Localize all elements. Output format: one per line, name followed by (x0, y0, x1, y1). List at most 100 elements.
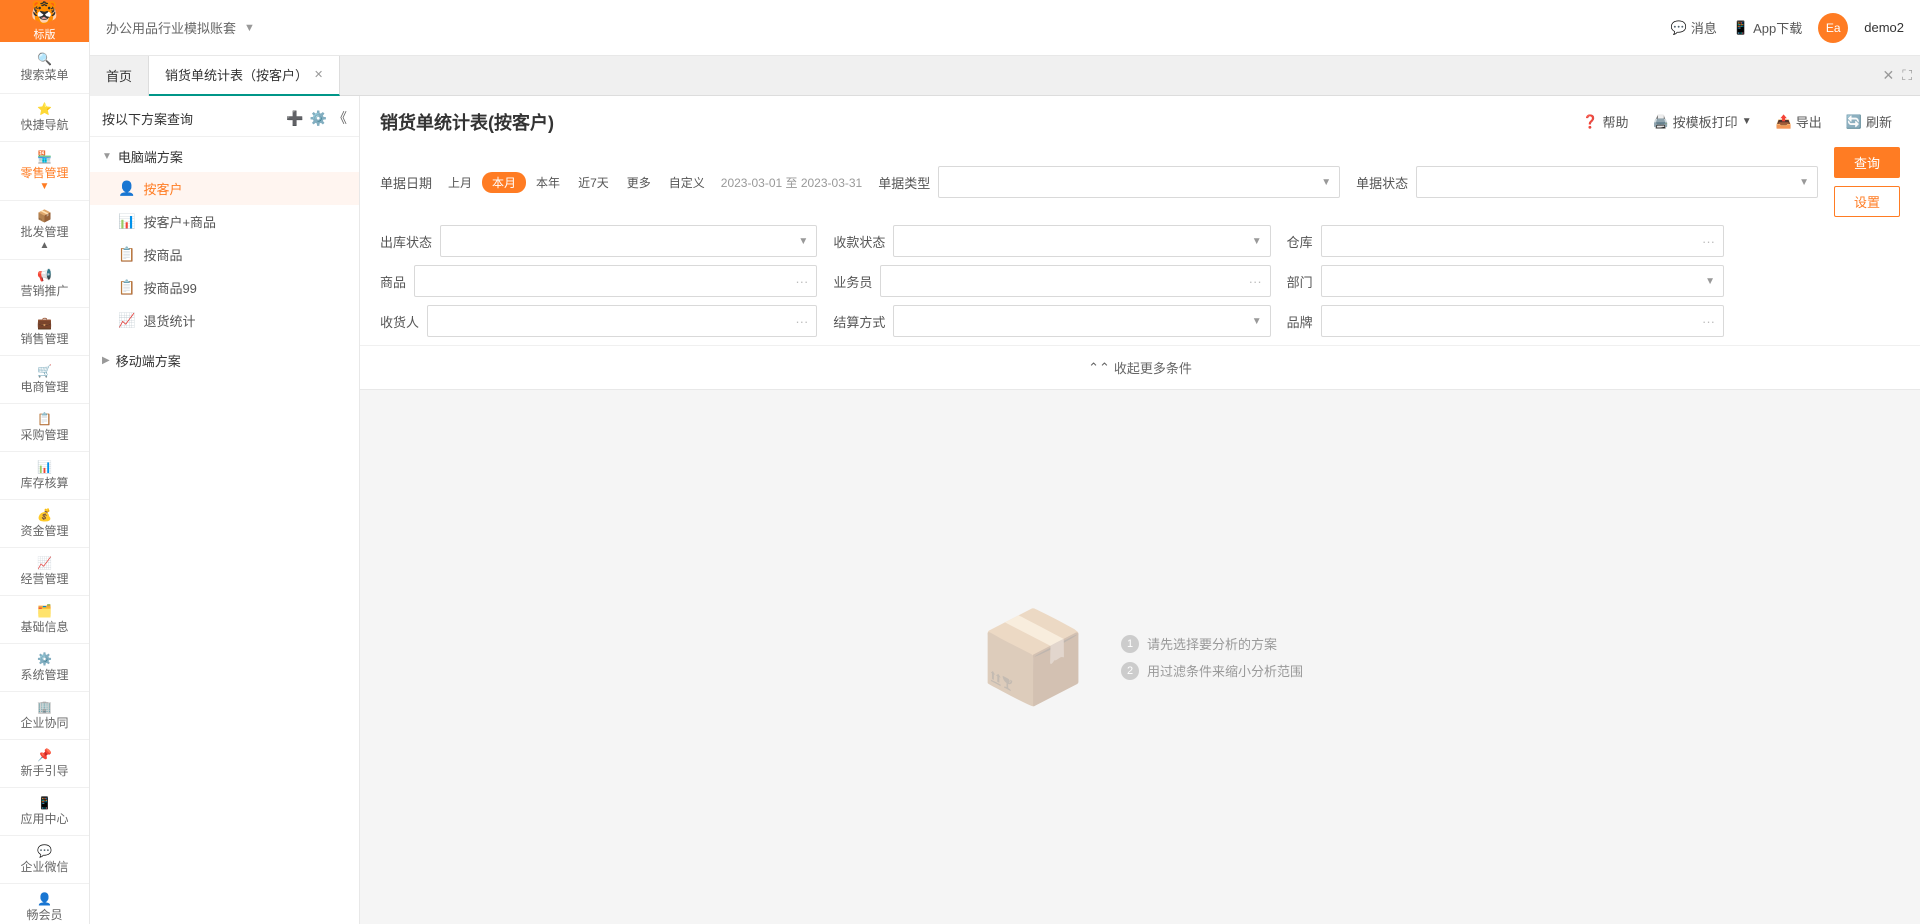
message-btn[interactable]: 💬 消息 (1671, 18, 1717, 37)
doc-type-arrow: ▼ (1321, 177, 1331, 188)
consignee-select[interactable]: ··· (427, 305, 817, 337)
weixin-icon: 💬 (37, 844, 52, 858)
hint-text-2: 用过滤条件来缩小分析范围 (1147, 661, 1303, 680)
brand-filter: 品牌 ··· (1287, 305, 1724, 337)
sidebar-item-purchase[interactable]: 📋 采购管理 (0, 404, 89, 452)
search-label: 搜索菜单 (20, 66, 68, 83)
sidebar-item-retail[interactable]: 🏪 零售管理 ▼ (0, 142, 89, 201)
scheme-item-return-stats[interactable]: 📈 退货统计 (90, 304, 359, 337)
by-customer-label: 按客户 (143, 179, 182, 198)
system-icon: ⚙️ (37, 652, 52, 666)
sidebar-item-marketing[interactable]: 📢 营销推广 (0, 260, 89, 308)
scheme-item-by-goods[interactable]: 📋 按商品 (90, 238, 359, 271)
workspace-selector[interactable]: 办公用品行业模拟账套 ▼ (106, 18, 255, 37)
settings-scheme-icon[interactable]: ⚙️ (310, 110, 327, 127)
refresh-btn[interactable]: 🔄 刷新 (1838, 108, 1900, 135)
doc-type-select[interactable]: ▼ (938, 166, 1340, 198)
scheme-item-by-customer[interactable]: 👤 按客户 (90, 172, 359, 205)
sidebar-item-system[interactable]: ⚙️ 系统管理 (0, 644, 89, 692)
settings-button[interactable]: 设置 (1834, 186, 1900, 217)
collapse-scheme-icon[interactable]: 《 (333, 108, 347, 128)
sidebar-item-quicknav[interactable]: ⭐ 快捷导航 (0, 94, 89, 142)
mobile-group-header[interactable]: ▶ 移动端方案 (90, 345, 359, 376)
payment-status-select[interactable]: ▼ (893, 225, 1270, 257)
brand-select[interactable]: ··· (1321, 305, 1724, 337)
appcenter-label: 应用中心 (20, 810, 68, 827)
date-btn-custom[interactable]: 自定义 (661, 172, 713, 193)
marketing-icon: 📢 (37, 268, 52, 282)
retail-arrow: ▼ (40, 181, 50, 192)
retail-icon: 🏪 (37, 150, 52, 164)
tab-sales-stats[interactable]: 销货单统计表（按客户） ✕ (149, 56, 340, 96)
scheme-item-by-customer-goods[interactable]: 📊 按客户+商品 (90, 205, 359, 238)
tab-home[interactable]: 首页 (90, 56, 149, 96)
out-status-select[interactable]: ▼ (440, 225, 817, 257)
export-btn[interactable]: 📤 导出 (1768, 108, 1830, 135)
topbar-right: 💬 消息 📱 App下载 Ea demo2 (1671, 13, 1904, 43)
goods-select[interactable]: ··· (414, 265, 817, 297)
refresh-label: 刷新 (1866, 112, 1892, 131)
sidebar-item-member[interactable]: 👤 畅会员 (0, 884, 89, 924)
template-print-btn[interactable]: 🖨️ 按模板打印 ▼ (1644, 108, 1759, 135)
sidebar-item-wholesale[interactable]: 📦 批发管理 ▲ (0, 201, 89, 260)
out-status-arrow: ▼ (798, 236, 808, 247)
appcenter-icon: 📱 (37, 796, 52, 810)
collapse-btn[interactable]: ⌃⌃ 收起更多条件 (1072, 354, 1208, 381)
goods-dots: ··· (795, 274, 808, 289)
department-select[interactable]: ▼ (1321, 265, 1724, 297)
brand-label: 品牌 (1287, 312, 1313, 331)
sidebar-item-inventory[interactable]: 📊 库存核算 (0, 452, 89, 500)
sidebar-item-operations[interactable]: 📈 经营管理 (0, 548, 89, 596)
ecommerce-label: 电商管理 (20, 378, 68, 395)
finance-label: 资金管理 (20, 522, 68, 539)
app-download-btn[interactable]: 📱 App下载 (1733, 18, 1802, 37)
out-status-label: 出库状态 (380, 232, 432, 251)
sidebar-item-ecommerce[interactable]: 🛒 电商管理 (0, 356, 89, 404)
by-goods-label: 按商品 (143, 245, 182, 264)
date-btn-last-month[interactable]: 上月 (440, 172, 480, 193)
sidebar-item-enterprise[interactable]: 🏢 企业协同 (0, 692, 89, 740)
purchase-icon: 📋 (37, 412, 52, 426)
settlement-select[interactable]: ▼ (893, 305, 1270, 337)
warehouse-select[interactable]: ··· (1321, 225, 1724, 257)
right-panel: 销货单统计表(按客户) ❓ 帮助 🖨️ 按模板打印 ▼ (360, 96, 1920, 924)
retail-label: 零售管理 (20, 164, 68, 181)
sidebar-item-appcenter[interactable]: 📱 应用中心 (0, 788, 89, 836)
sidebar-item-basic[interactable]: 🗂️ 基础信息 (0, 596, 89, 644)
date-btn-7days[interactable]: 近7天 (570, 172, 617, 193)
sidebar-item-finance[interactable]: 💰 资金管理 (0, 500, 89, 548)
quicknav-icon: ⭐ (37, 102, 52, 116)
salesperson-select[interactable]: ··· (880, 265, 1270, 297)
empty-hints: 1 请先选择要分析的方案 2 用过滤条件来缩小分析范围 (1121, 634, 1303, 680)
date-btn-this-year[interactable]: 本年 (528, 172, 568, 193)
date-btn-this-month[interactable]: 本月 (482, 172, 526, 193)
ecommerce-icon: 🛒 (37, 364, 52, 378)
settlement-filter: 结算方式 ▼ (833, 305, 1270, 337)
sidebar-item-newguide[interactable]: 📌 新手引导 (0, 740, 89, 788)
help-btn[interactable]: ❓ 帮助 (1574, 108, 1636, 135)
user-avatar[interactable]: Ea (1818, 13, 1848, 43)
doc-status-select[interactable]: ▼ (1416, 166, 1818, 198)
query-button[interactable]: 查询 (1834, 147, 1900, 178)
sidebar-item-sales[interactable]: 💼 销售管理 (0, 308, 89, 356)
maximize-window-icon[interactable]: ⛶ (1902, 67, 1912, 84)
add-scheme-icon[interactable]: ➕ (286, 110, 303, 127)
desktop-group-header[interactable]: ▼ 电脑端方案 (90, 141, 359, 172)
desktop-group-label: 电脑端方案 (118, 147, 183, 166)
goods-label: 商品 (380, 272, 406, 291)
app-label: App下载 (1753, 18, 1802, 37)
empty-state: 📦 1 请先选择要分析的方案 2 用过滤条件来缩小分析范围 (360, 390, 1920, 924)
refresh-icon: 🔄 (1846, 114, 1862, 130)
scheme-item-by-goods-99[interactable]: 📋 按商品99 (90, 271, 359, 304)
sidebar-item-weixin[interactable]: 💬 企业微信 (0, 836, 89, 884)
date-btn-more[interactable]: 更多 (619, 172, 659, 193)
by-customer-icon: 👤 (118, 180, 135, 197)
scheme-panel-title: 按以下方案查询 (102, 109, 193, 128)
inventory-icon: 📊 (37, 460, 52, 474)
logo[interactable]: 🐯 标版 (0, 0, 90, 42)
sidebar-search[interactable]: 🔍 搜索菜单 (0, 42, 89, 94)
doc-type-filter: 单据类型 ▼ (878, 166, 1340, 198)
weixin-label: 企业微信 (20, 858, 68, 875)
close-window-icon[interactable]: ✕ (1882, 67, 1894, 84)
tab-close-btn[interactable]: ✕ (314, 68, 323, 81)
